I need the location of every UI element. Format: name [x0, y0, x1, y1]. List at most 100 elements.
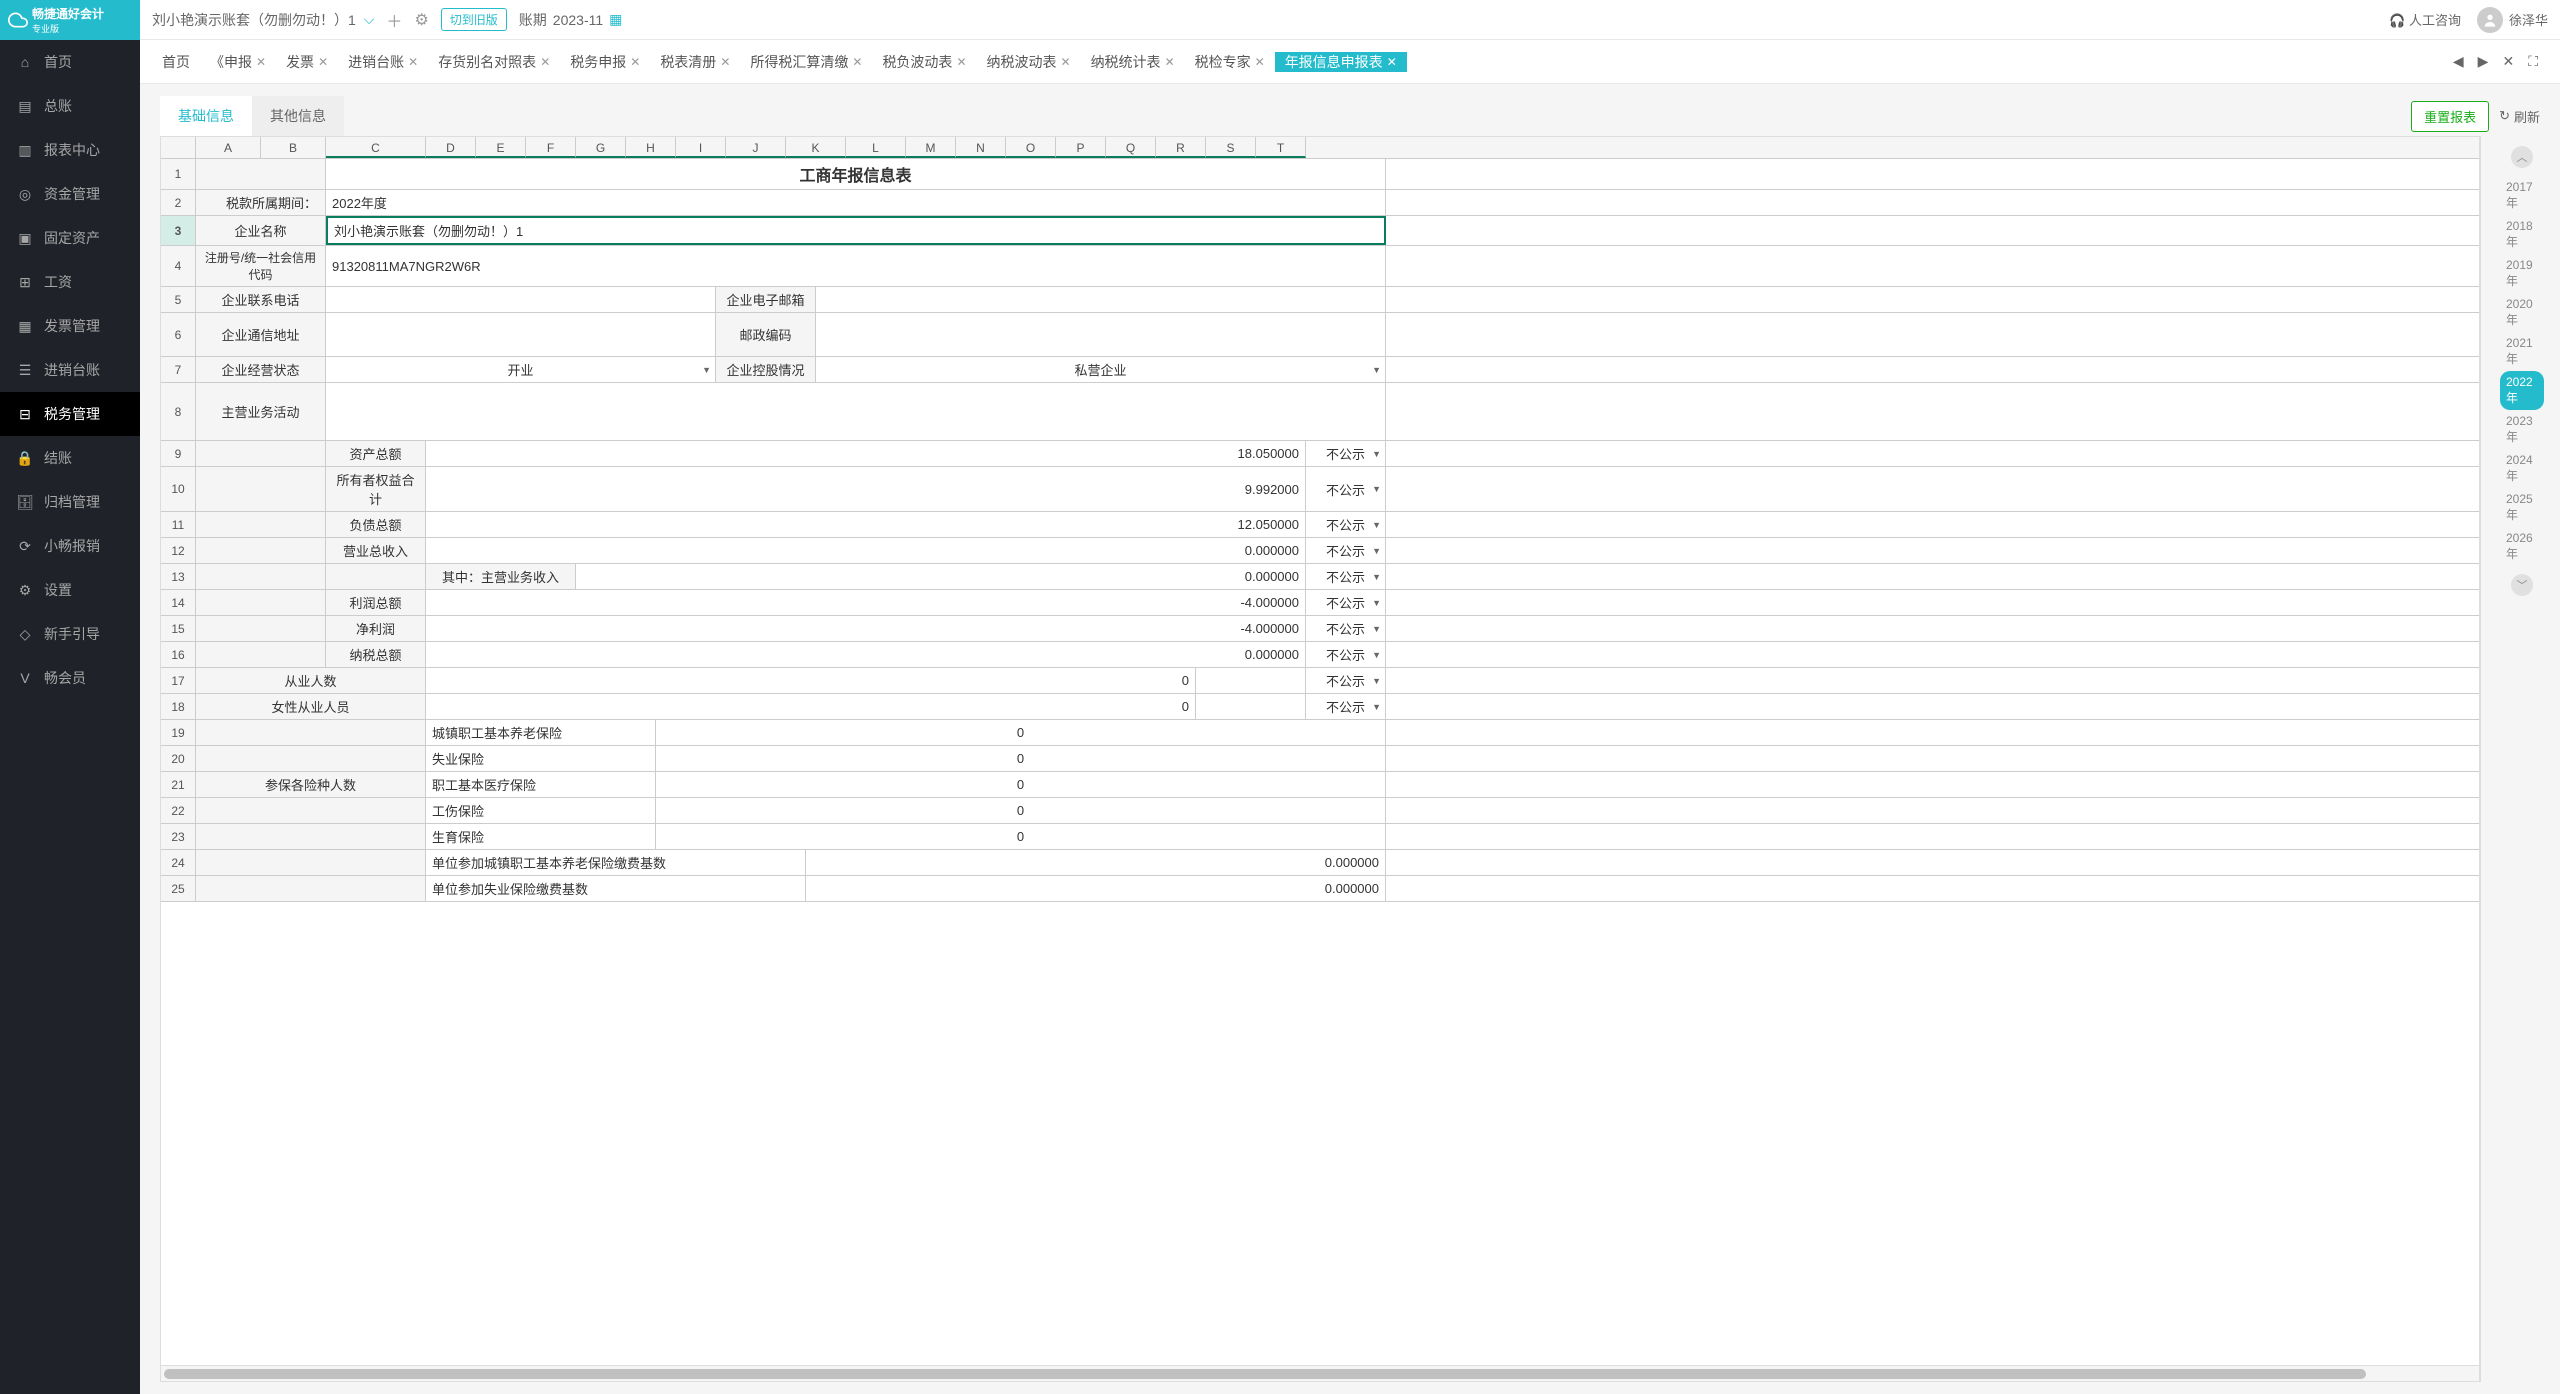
disclose-select[interactable]: 不公示 — [1306, 441, 1386, 466]
year-chip[interactable]: 2017年 — [2500, 176, 2544, 215]
switch-old-button[interactable]: 切到旧版 — [441, 8, 507, 31]
tab-7[interactable]: 所得税汇算清缴✕ — [740, 52, 872, 72]
col-header[interactable]: J — [726, 137, 786, 158]
refresh-button[interactable]: ↻ 刷新 — [2499, 107, 2540, 126]
col-header[interactable]: B — [261, 137, 326, 158]
sidebar-item-13[interactable]: ◇新手引导 — [0, 612, 140, 656]
col-header[interactable]: D — [426, 137, 476, 158]
col-header[interactable]: A — [196, 137, 261, 158]
col-header[interactable]: Q — [1106, 137, 1156, 158]
close-icon[interactable]: ✕ — [852, 55, 862, 69]
horizontal-scrollbar[interactable] — [161, 1365, 2479, 1381]
add-icon[interactable]: ＋ — [386, 8, 402, 32]
close-icon[interactable]: ✕ — [318, 55, 328, 69]
close-icon[interactable]: ✕ — [630, 55, 640, 69]
col-header[interactable]: I — [676, 137, 726, 158]
row-number[interactable]: 24 — [161, 850, 196, 875]
year-chip[interactable]: 2026年 — [2500, 527, 2544, 566]
sidebar-item-1[interactable]: ▤总账 — [0, 84, 140, 128]
row-number[interactable]: 21 — [161, 772, 196, 797]
col-header[interactable]: T — [1256, 137, 1306, 158]
sidebar-item-14[interactable]: V畅会员 — [0, 656, 140, 700]
tab-10[interactable]: 纳税统计表✕ — [1081, 52, 1185, 72]
reg-value[interactable]: 91320811MA7NGR2W6R — [326, 246, 1386, 286]
col-header[interactable]: P — [1056, 137, 1106, 158]
sidebar-item-7[interactable]: ☰进销台账 — [0, 348, 140, 392]
sheet-corner[interactable] — [161, 137, 196, 158]
col-header[interactable]: K — [786, 137, 846, 158]
disclose-select[interactable]: 不公示 — [1306, 642, 1386, 667]
row-number[interactable]: 4 — [161, 246, 196, 286]
row-number[interactable]: 16 — [161, 642, 196, 667]
tab-3[interactable]: 进销台账✕ — [338, 52, 428, 72]
disclose-select[interactable]: 不公示 — [1306, 564, 1386, 589]
row-number[interactable]: 20 — [161, 746, 196, 771]
col-header[interactable]: S — [1206, 137, 1256, 158]
sidebar-item-0[interactable]: ⌂首页 — [0, 40, 140, 84]
consult-link[interactable]: 🎧 人工咨询 — [2389, 10, 2461, 29]
col-header[interactable]: H — [626, 137, 676, 158]
row-number[interactable]: 6 — [161, 313, 196, 356]
row-number[interactable]: 23 — [161, 824, 196, 849]
close-icon[interactable]: ✕ — [956, 55, 966, 69]
close-icon[interactable]: ✕ — [720, 55, 730, 69]
row-number[interactable]: 10 — [161, 467, 196, 511]
close-icon[interactable]: ✕ — [256, 55, 266, 69]
tab-11[interactable]: 税检专家✕ — [1185, 52, 1275, 72]
col-header[interactable]: R — [1156, 137, 1206, 158]
col-header[interactable]: F — [526, 137, 576, 158]
close-icon[interactable]: ✕ — [1061, 55, 1071, 69]
fullscreen-icon[interactable]: ⛶ — [2528, 53, 2538, 70]
gear-icon[interactable]: ⚙ — [414, 10, 428, 30]
sidebar-item-12[interactable]: ⚙设置 — [0, 568, 140, 612]
tab-1[interactable]: 《申报✕ — [200, 52, 276, 72]
tab-12[interactable]: 年报信息申报表✕ — [1275, 52, 1407, 72]
period-value[interactable]: 2023-11 — [553, 12, 603, 28]
row-number[interactable]: 1 — [161, 159, 196, 189]
year-chip[interactable]: 2024年 — [2500, 449, 2544, 488]
close-icon[interactable]: ✕ — [1255, 55, 1265, 69]
sidebar-item-4[interactable]: ▣固定资产 — [0, 216, 140, 260]
row-number[interactable]: 12 — [161, 538, 196, 563]
row-number[interactable]: 15 — [161, 616, 196, 641]
spreadsheet[interactable]: ABCDEFGHIJKLMNOPQRST 1工商年报信息表2税款所属期间：202… — [160, 136, 2480, 1382]
year-chip[interactable]: 2022年 — [2500, 371, 2544, 410]
row-number[interactable]: 9 — [161, 441, 196, 466]
disclose-select[interactable]: 不公示 — [1306, 467, 1386, 511]
year-chip[interactable]: 2021年 — [2500, 332, 2544, 371]
col-header[interactable]: C — [326, 137, 426, 158]
sidebar-item-8[interactable]: ⊟税务管理 — [0, 392, 140, 436]
tab-close-all-icon[interactable]: ✕ — [2502, 53, 2514, 70]
col-header[interactable]: E — [476, 137, 526, 158]
year-chip[interactable]: 2019年 — [2500, 254, 2544, 293]
year-down-icon[interactable]: ﹀ — [2511, 574, 2533, 596]
row-number[interactable]: 11 — [161, 512, 196, 537]
subtab-basic[interactable]: 基础信息 — [160, 96, 252, 136]
disclose-select[interactable]: 不公示 — [1306, 590, 1386, 615]
tab-0[interactable]: 首页 — [152, 52, 200, 72]
tab-8[interactable]: 税负波动表✕ — [872, 52, 976, 72]
sidebar-item-5[interactable]: ⊞工资 — [0, 260, 140, 304]
row-number[interactable]: 3 — [161, 216, 196, 245]
sidebar-item-3[interactable]: ◎资金管理 — [0, 172, 140, 216]
col-header[interactable]: L — [846, 137, 906, 158]
row-number[interactable]: 5 — [161, 287, 196, 312]
col-header[interactable]: M — [906, 137, 956, 158]
company-value[interactable]: 刘小艳演示账套（勿删勿动！）1 — [326, 216, 1386, 245]
row-number[interactable]: 18 — [161, 694, 196, 719]
disclose-select[interactable]: 不公示 — [1306, 538, 1386, 563]
sidebar-item-9[interactable]: 🔒结账 — [0, 436, 140, 480]
row-number[interactable]: 7 — [161, 357, 196, 382]
tab-next-icon[interactable]: ▶ — [2478, 53, 2489, 70]
year-chip[interactable]: 2023年 — [2500, 410, 2544, 449]
year-chip[interactable]: 2025年 — [2500, 488, 2544, 527]
close-icon[interactable]: ✕ — [540, 55, 550, 69]
vertical-scrollbar[interactable] — [2480, 136, 2496, 1382]
close-icon[interactable]: ✕ — [1165, 55, 1175, 69]
sidebar-item-6[interactable]: ▦发票管理 — [0, 304, 140, 348]
holding-select[interactable]: 私营企业 — [816, 357, 1386, 382]
status-select[interactable]: 开业 — [326, 357, 716, 382]
col-header[interactable]: G — [576, 137, 626, 158]
user-menu[interactable]: 徐泽华 — [2477, 7, 2548, 33]
tab-4[interactable]: 存货别名对照表✕ — [428, 52, 560, 72]
